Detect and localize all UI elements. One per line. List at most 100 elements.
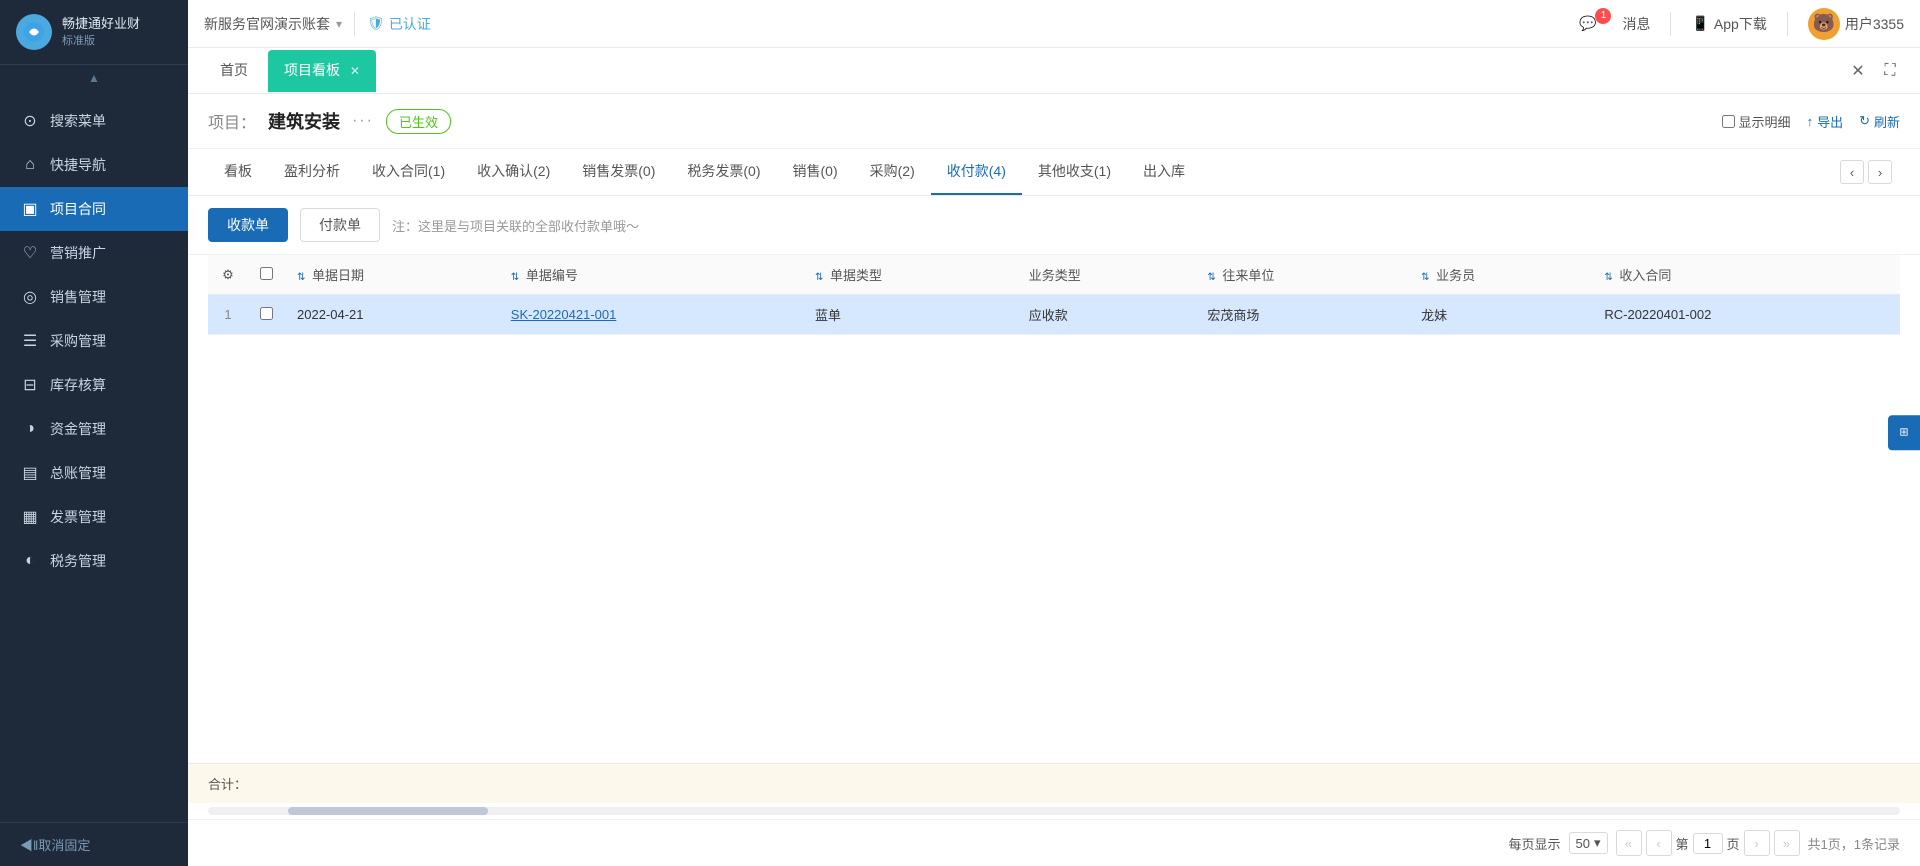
sidebar: 畅捷通好业财 标准版 ▲ ⊙ 搜索菜单 ⌂ 快捷导航 ▣ 项目合同 ♡ 营销推广… [0,0,188,866]
content-area: 项目： 建筑安装 ··· 已生效 显示明细 ↑ 导出 ↻ 刷新 [188,94,1920,866]
page-size-chevron: ▾ [1594,835,1601,851]
window-maximize-button[interactable]: ⛶ [1876,57,1904,85]
sidebar-item-inventory[interactable]: ⊟ 库存核算 [0,363,188,407]
sub-tab-kanban[interactable]: 看板 [208,149,268,195]
sidebar-item-sales[interactable]: ◎ 销售管理 [0,275,188,319]
table-col-type[interactable]: ⇅ 单据类型 [803,255,1017,295]
sidebar-item-label-marketing: 营销推广 [50,243,106,263]
sidebar-item-marketing[interactable]: ♡ 营销推广 [0,231,188,275]
sub-tab-income-confirm[interactable]: 收入确认(2) [461,149,566,195]
sidebar-scroll-up[interactable]: ▲ [0,65,188,91]
receipt-sheet-label: 收款单 [227,217,269,233]
sub-tab-prev-button[interactable]: ‹ [1840,160,1864,184]
sub-tab-sales-invoice-label: 销售发票(0) [582,163,655,179]
table-col-date[interactable]: ⇅ 单据日期 [285,255,499,295]
sidebar-item-tax[interactable]: ◐ 税务管理 [0,539,188,583]
sub-tab-tax-invoice[interactable]: 税务发票(0) [671,149,776,195]
table-col-check[interactable] [248,255,285,295]
payment-sheet-tab[interactable]: 付款单 [300,208,380,242]
sub-tab-income-confirm-label: 收入确认(2) [477,163,550,179]
project-more-button[interactable]: ··· [352,112,374,130]
row-checkbox[interactable] [260,307,273,320]
table-col-number[interactable]: ⇅ 单据编号 [499,255,803,295]
account-name: 新服务官网演示账套 [204,14,330,34]
unpin-label: ◀‖取消固定 [20,835,90,854]
table-row[interactable]: 1 2022-04-21 SK-20220421-001 蓝单 应收款 宏茂商场… [208,295,1900,335]
sidebar-item-finance[interactable]: ◑ 资金管理 [0,407,188,451]
data-table: ⚙ ⇅ 单据日期 ⇅ 单据编号 [208,255,1900,335]
sub-tab-income-contract[interactable]: 收入合同(1) [356,149,461,195]
tab-project-board-label: 项目看板 [284,62,340,78]
app-download-button[interactable]: 📱 App下载 [1691,14,1766,34]
window-close-button[interactable]: ✕ [1844,57,1872,85]
sub-tab-inout[interactable]: 出入库 [1127,149,1201,195]
scrollbar-thumb[interactable] [288,807,488,815]
row-number-link[interactable]: SK-20220421-001 [511,307,617,322]
sidebar-item-project[interactable]: ▣ 项目合同 [0,187,188,231]
table-col-gear[interactable]: ⚙ [208,255,248,295]
sub-tab-next-button[interactable]: › [1868,160,1892,184]
sub-tab-sales-invoice[interactable]: 销售发票(0) [566,149,671,195]
sidebar-item-invoice[interactable]: ▦ 发票管理 [0,495,188,539]
account-selector[interactable]: 新服务官网演示账套 ▾ [204,14,342,34]
sort-partner-icon: ⇅ [1207,272,1215,283]
sidebar-nav: ⊙ 搜索菜单 ⌂ 快捷导航 ▣ 项目合同 ♡ 营销推广 ◎ 销售管理 ☰ 采购管… [0,91,188,822]
export-button[interactable]: ↑ 导出 [1807,112,1844,131]
show-detail-check[interactable] [1722,115,1735,128]
verified-badge: 🛡 已认证 [367,14,431,34]
table-col-income-contract[interactable]: ⇅ 收入合同 [1592,255,1900,295]
next-page-icon: › [1754,836,1758,851]
scroll-up-arrow[interactable]: ▲ [86,69,102,87]
sub-tab-sales[interactable]: 销售(0) [777,149,854,195]
sidebar-item-shortcut[interactable]: ⌂ 快捷导航 [0,143,188,187]
pagination: 每页显示 50 ▾ « ‹ 第 页 › » [188,819,1920,866]
sidebar-item-ledger[interactable]: ▤ 总账管理 [0,451,188,495]
last-page-button[interactable]: » [1774,830,1800,856]
table-col-staff[interactable]: ⇅ 业务员 [1409,255,1592,295]
header-divider-2 [1670,12,1671,36]
tax-icon: ◐ [20,552,40,570]
show-detail-checkbox[interactable]: 显示明细 [1722,112,1791,131]
sidebar-item-search[interactable]: ⊙ 搜索菜单 [0,99,188,143]
phone-icon: 📱 [1691,15,1708,32]
select-all-checkbox[interactable] [260,267,273,280]
sidebar-unpin[interactable]: ◀‖取消固定 [0,822,188,866]
sub-tab-receipt[interactable]: 收付款(4) [931,149,1022,195]
sub-tab-bar: 看板 盈利分析 收入合同(1) 收入确认(2) 销售发票(0) 税务发票(0) … [188,149,1920,196]
horizontal-scrollbar[interactable] [208,807,1900,815]
table-header-row: ⚙ ⇅ 单据日期 ⇅ 单据编号 [208,255,1900,295]
sidebar-item-label-ledger: 总账管理 [50,463,106,483]
account-chevron-icon: ▾ [336,17,342,31]
first-page-button[interactable]: « [1616,830,1642,856]
sidebar-item-label-shortcut: 快捷导航 [50,155,106,175]
page-suffix: 页 [1727,834,1740,853]
receipt-sheet-tab[interactable]: 收款单 [208,208,288,242]
sub-tab-other-expense[interactable]: 其他收支(1) [1022,149,1127,195]
sidebar-item-label-finance: 资金管理 [50,419,106,439]
page-number-input[interactable] [1693,833,1723,854]
tab-home[interactable]: 首页 [204,50,264,92]
shield-icon: 🛡 [367,15,385,32]
sidebar-item-purchase[interactable]: ☰ 采购管理 [0,319,188,363]
tab-close-icon[interactable]: ✕ [350,64,360,78]
prev-page-button[interactable]: ‹ [1646,830,1672,856]
col-type-label: 单据类型 [830,268,882,283]
sub-tab-profit[interactable]: 盈利分析 [268,149,356,195]
tab-project-board[interactable]: 项目看板 ✕ [268,50,376,92]
sub-tab-purchase[interactable]: 采购(2) [854,149,931,195]
page-size-label: 每页显示 [1508,834,1560,853]
app-title-block: 畅捷通好业财 标准版 [62,16,140,49]
message-button[interactable]: 💬 1 消息 [1579,14,1650,34]
user-menu[interactable]: 🐻 用户3355 [1808,8,1904,40]
refresh-button[interactable]: ↻ 刷新 [1859,112,1900,131]
top-header: 新服务官网演示账套 ▾ 🛡 已认证 💬 1 消息 📱 App下载 🐻 用户335… [188,0,1920,48]
next-page-button[interactable]: › [1744,830,1770,856]
row-biz-type: 应收款 [1017,295,1196,335]
show-detail-label: 显示明细 [1739,112,1791,131]
float-panel-button[interactable]: ⊞ [1888,415,1920,450]
row-number[interactable]: SK-20220421-001 [499,295,803,335]
page-size-select[interactable]: 50 ▾ [1569,832,1608,854]
gear-icon[interactable]: ⚙ [222,267,234,282]
table-col-partner[interactable]: ⇅ 往来单位 [1195,255,1409,295]
row-checkbox-cell[interactable] [248,295,285,335]
